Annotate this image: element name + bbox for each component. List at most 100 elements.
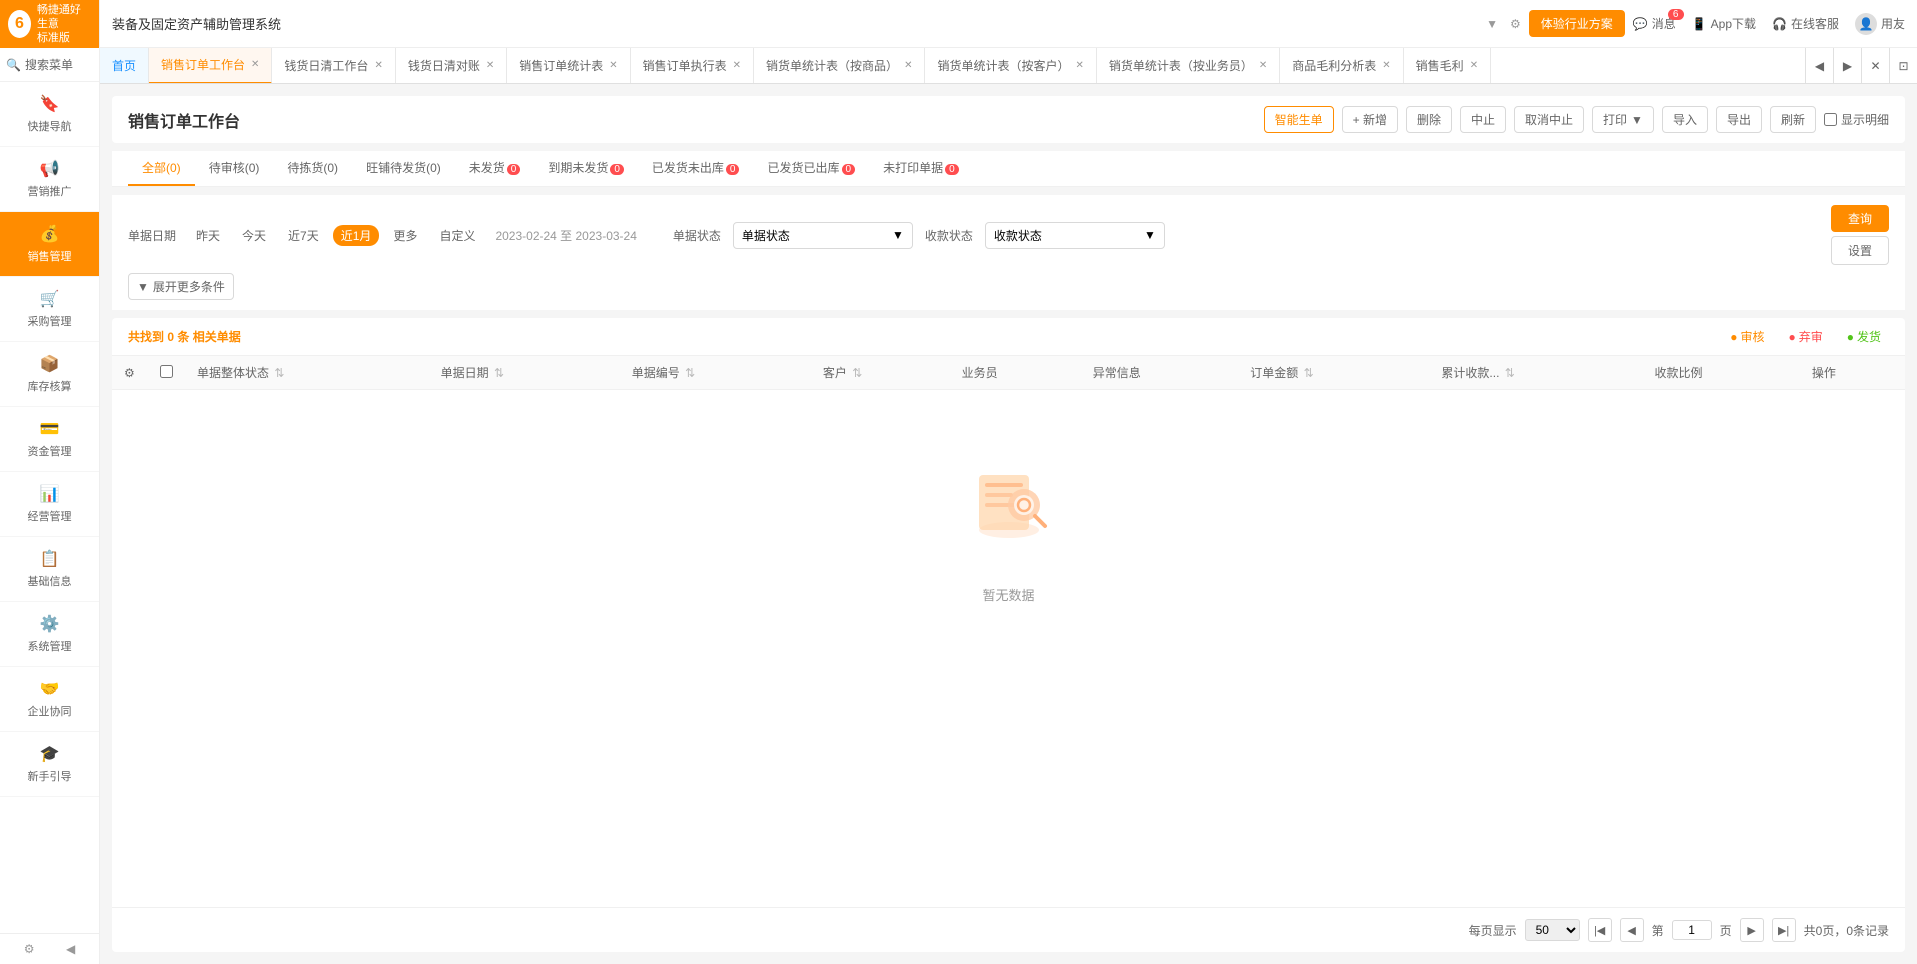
page-label: 第 xyxy=(1652,922,1664,939)
date-opt-昨天[interactable]: 昨天 xyxy=(188,225,228,246)
tab-close-all-btn[interactable]: ✕ xyxy=(1861,48,1889,84)
import-button[interactable]: 导入 xyxy=(1662,106,1708,133)
chevron-down-icon[interactable]: ▼ xyxy=(1486,17,1498,31)
sidebar-item-销售管理[interactable]: 💰销售管理 xyxy=(0,212,99,277)
expand-btn[interactable]: ▼ 展开更多条件 xyxy=(128,273,234,300)
payment-select[interactable]: 收款状态 ▼ xyxy=(985,222,1165,249)
subtab-未打印单据[interactable]: 未打印单据0 xyxy=(869,151,973,186)
print-button[interactable]: 打印 ▼ xyxy=(1592,106,1654,133)
query-button[interactable]: 查询 xyxy=(1831,205,1889,232)
next-page-btn[interactable]: ▶ xyxy=(1740,918,1764,942)
message-item[interactable]: 💬 消息 6 xyxy=(1633,15,1676,32)
status-filter-label: 单据状态 xyxy=(673,227,721,244)
sidebar-item-资金管理[interactable]: 💳资金管理 xyxy=(0,407,99,472)
settings-icon[interactable]: ⚙ xyxy=(24,942,35,956)
tab-item-0[interactable]: 首页 xyxy=(100,48,149,84)
per-page-select[interactable]: 50 100 200 xyxy=(1525,919,1580,941)
tab-close-icon[interactable]: ✕ xyxy=(251,59,259,70)
tab-item-1[interactable]: 销售订单工作台✕ xyxy=(149,48,272,84)
sidebar-item-采购管理[interactable]: 🛒采购管理 xyxy=(0,277,99,342)
tab-item-5[interactable]: 销售订单执行表✕ xyxy=(631,48,754,84)
stop-button[interactable]: 中止 xyxy=(1460,106,1506,133)
subtab-到期未发货[interactable]: 到期未发货0 xyxy=(534,151,638,186)
tab-close-icon[interactable]: ✕ xyxy=(904,60,912,71)
tab-item-2[interactable]: 钱货日清工作台✕ xyxy=(272,48,395,84)
sidebar-item-库存核算[interactable]: 📦库存核算 xyxy=(0,342,99,407)
subtab-待拣货[interactable]: 待拣货(0) xyxy=(273,151,352,186)
sidebar-item-企业协同[interactable]: 🤝企业协同 xyxy=(0,667,99,732)
sort-icon: ⇅ xyxy=(1304,366,1314,380)
sidebar-item-基础信息[interactable]: 📋基础信息 xyxy=(0,537,99,602)
export-button[interactable]: 导出 xyxy=(1716,106,1762,133)
tab-item-9[interactable]: 商品毛利分析表✕ xyxy=(1280,48,1403,84)
tab-close-icon[interactable]: ✕ xyxy=(609,60,617,71)
sort-icon: ⇅ xyxy=(1505,366,1515,380)
show-detail-checkbox[interactable] xyxy=(1824,113,1837,126)
sidebar-item-快捷导航[interactable]: 🔖快捷导航 xyxy=(0,82,99,147)
sidebar-search[interactable]: 🔍 搜索菜单 xyxy=(0,48,99,82)
table-scroll-area[interactable]: ⚙ 单据整体状态 ⇅ 单据日期 ⇅ 单据编号 ⇅ 客户 ⇅ 业务员 异常信息 订… xyxy=(112,356,1905,907)
sort-icon: ⇅ xyxy=(274,366,284,380)
tab-item-4[interactable]: 销售订单统计表✕ xyxy=(507,48,630,84)
set-button[interactable]: 设置 xyxy=(1831,236,1889,265)
subtab-全部[interactable]: 全部(0) xyxy=(128,151,195,186)
smart-gen-button[interactable]: 智能生单 xyxy=(1264,106,1334,133)
subtab-已发货未出库[interactable]: 已发货未出库0 xyxy=(638,151,754,186)
tab-next-btn[interactable]: ▶ xyxy=(1833,48,1861,84)
tab-close-icon[interactable]: ✕ xyxy=(1470,60,1478,71)
date-opt-近1月[interactable]: 近1月 xyxy=(333,225,380,246)
per-page-label: 每页显示 xyxy=(1469,922,1517,939)
page-number-input[interactable] xyxy=(1672,920,1712,940)
settings-gear-icon[interactable]: ⚙ xyxy=(1510,17,1521,31)
tab-close-icon[interactable]: ✕ xyxy=(1075,60,1083,71)
date-opt-自定义[interactable]: 自定义 xyxy=(431,225,483,246)
delete-button[interactable]: 删除 xyxy=(1406,106,1452,133)
sidebar-item-系统管理[interactable]: ⚙️系统管理 xyxy=(0,602,99,667)
date-opt-更多[interactable]: 更多 xyxy=(385,225,425,246)
tab-prev-btn[interactable]: ◀ xyxy=(1805,48,1833,84)
th-settings[interactable]: ⚙ xyxy=(112,356,148,390)
revoke-btn[interactable]: ● 弃审 xyxy=(1780,326,1830,347)
refresh-button[interactable]: 刷新 xyxy=(1770,106,1816,133)
tab-item-8[interactable]: 销货单统计表（按业务员）✕ xyxy=(1097,48,1280,84)
tab-expand-btn[interactable]: ⊡ xyxy=(1889,48,1917,84)
tab-close-icon[interactable]: ✕ xyxy=(374,60,382,71)
date-opt-近7天[interactable]: 近7天 xyxy=(280,225,327,246)
select-all-checkbox[interactable] xyxy=(160,365,173,378)
tab-close-icon[interactable]: ✕ xyxy=(1382,60,1390,71)
industry-btn[interactable]: 体验行业方案 xyxy=(1529,10,1625,37)
online-service-item[interactable]: 🎧 在线客服 xyxy=(1772,15,1839,32)
add-button[interactable]: + 新增 xyxy=(1342,106,1398,133)
sidebar-item-营销推广[interactable]: 📢营销推广 xyxy=(0,147,99,212)
first-page-btn[interactable]: |◀ xyxy=(1588,918,1612,942)
tab-close-icon[interactable]: ✕ xyxy=(733,60,741,71)
th-checkbox[interactable] xyxy=(148,356,185,390)
tab-item-7[interactable]: 销货单统计表（按客户）✕ xyxy=(925,48,1096,84)
empty-state: 暂无数据 xyxy=(112,390,1905,664)
ship-btn[interactable]: ● 发货 xyxy=(1839,326,1889,347)
subtab-已发货已出库[interactable]: 已发货已出库0 xyxy=(753,151,869,186)
user-item[interactable]: 👤 用友 xyxy=(1855,13,1905,35)
tab-item-3[interactable]: 钱货日清对账✕ xyxy=(396,48,507,84)
prev-page-btn[interactable]: ◀ xyxy=(1620,918,1644,942)
search-icon: 🔍 xyxy=(6,58,21,72)
last-page-btn[interactable]: ▶| xyxy=(1772,918,1796,942)
tab-close-icon[interactable]: ✕ xyxy=(486,60,494,71)
tab-close-icon[interactable]: ✕ xyxy=(1259,60,1267,71)
tab-label: 销货单统计表（按商品） xyxy=(766,57,898,74)
sidebar-item-新手引导[interactable]: 🎓新手引导 xyxy=(0,732,99,797)
app-download-item[interactable]: 📱 App下载 xyxy=(1692,15,1756,32)
date-opt-今天[interactable]: 今天 xyxy=(234,225,274,246)
pagination: 每页显示 50 100 200 |◀ ◀ 第 页 ▶ ▶| 共0页，0条记录 xyxy=(112,907,1905,952)
tab-item-6[interactable]: 销货单统计表（按商品） ✕ xyxy=(754,48,925,84)
tab-item-10[interactable]: 销售毛利✕ xyxy=(1404,48,1491,84)
audit-btn[interactable]: ● 审核 xyxy=(1722,326,1772,347)
collapse-icon[interactable]: ◀ xyxy=(66,942,75,956)
sidebar-item-经营管理[interactable]: 📊经营管理 xyxy=(0,472,99,537)
subtab-旺铺待发货[interactable]: 旺铺待发货(0) xyxy=(352,151,455,186)
th-customer: 客户 ⇅ xyxy=(811,356,950,390)
subtab-待审核[interactable]: 待审核(0) xyxy=(195,151,274,186)
subtab-未发货[interactable]: 未发货0 xyxy=(455,151,535,186)
status-select[interactable]: 单据状态 ▼ xyxy=(733,222,913,249)
cancel-stop-button[interactable]: 取消中止 xyxy=(1514,106,1584,133)
